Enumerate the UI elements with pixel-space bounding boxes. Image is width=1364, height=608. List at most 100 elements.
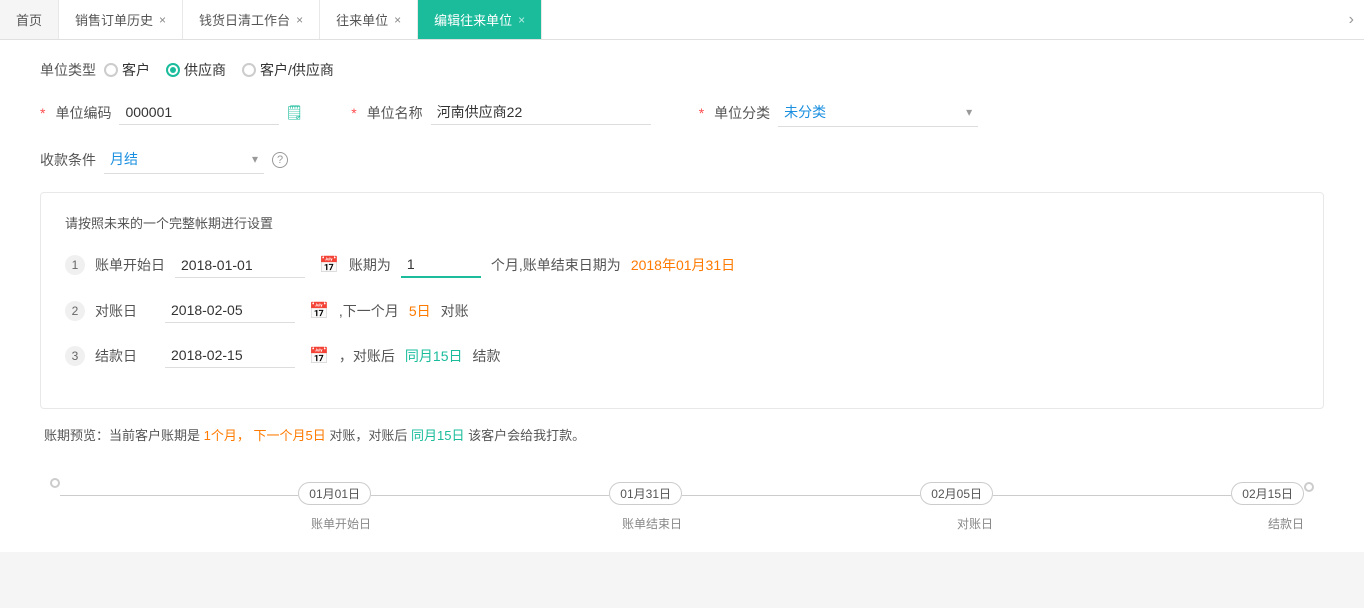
radio-customer-supplier-label: 客户/供应商	[260, 60, 334, 80]
unit-code-label: 单位编码	[55, 103, 111, 123]
step-2-calendar-icon[interactable]: 📅	[309, 301, 329, 321]
unit-code-input[interactable]	[119, 100, 279, 125]
tab-edit-partner[interactable]: 编辑往来单位 ×	[418, 0, 542, 39]
radio-customer-circle	[104, 63, 118, 77]
timeline-node-3-label-area: 对账日	[682, 509, 993, 532]
step-2-suffix1: ,下一个月	[339, 301, 399, 321]
unit-class-required: *	[699, 105, 704, 121]
step-1-suffix1: 账期为	[349, 255, 391, 275]
preview-part4: 同月15日	[411, 428, 464, 443]
preview-part1: 1个月，	[204, 428, 250, 443]
timeline-node-2: 01月31日	[609, 482, 682, 509]
timeline-node-1-badge: 01月01日	[298, 482, 371, 505]
tab-sales-history-label: 销售订单历史	[75, 10, 153, 29]
timeline-start-dot	[50, 478, 60, 488]
tab-partner-units-close[interactable]: ×	[394, 13, 401, 27]
step-3-calendar-icon[interactable]: 📅	[309, 346, 329, 366]
timeline-line1: 01月01日	[60, 482, 371, 509]
step-3-suffix2: 结款	[473, 346, 501, 366]
preview-part3: 对账，对账后	[329, 428, 407, 443]
payment-terms-row: 收款条件 月结 ▾ ?	[40, 145, 1324, 174]
unit-details-row: * 单位编码 🗒 * 单位名称 * 单位分类 未分类 ▾	[40, 98, 1324, 127]
unit-type-radio-group: 客户 供应商 客户/供应商	[104, 60, 334, 80]
timeline-node-1-label: 账单开始日	[311, 515, 371, 532]
tab-nav-right-button[interactable]: ›	[1339, 0, 1364, 39]
unit-name-required: *	[351, 105, 356, 121]
radio-customer-supplier-circle	[242, 63, 256, 77]
tab-edit-partner-close[interactable]: ×	[518, 13, 525, 27]
tab-edit-partner-label: 编辑往来单位	[434, 10, 512, 29]
timeline-line3: 02月05日	[682, 482, 993, 509]
section-title: 请按照未来的一个完整帐期进行设置	[65, 213, 1299, 232]
step-1-label: 账单开始日	[95, 255, 165, 275]
timeline-line3-line	[682, 495, 920, 496]
timeline-line4-line	[993, 495, 1231, 496]
timeline-line4: 02月15日	[993, 482, 1304, 509]
tab-home-label: 首页	[16, 10, 42, 29]
payment-terms-label: 收款条件	[40, 150, 96, 170]
step-1-num: 1	[65, 255, 85, 275]
step-1-period-input[interactable]	[401, 252, 481, 278]
tab-cash-work-close[interactable]: ×	[296, 13, 303, 27]
radio-customer-supplier[interactable]: 客户/供应商	[242, 60, 334, 80]
unit-classification-dropdown[interactable]: 未分类 ▾	[778, 98, 978, 127]
timeline-node-4-badge: 02月15日	[1231, 482, 1304, 505]
timeline-container: 01月01日 账单开始日 01月31日 账单结束日	[40, 468, 1324, 532]
timeline-node-4-label-area: 结款日	[993, 509, 1304, 532]
radio-supplier-circle	[166, 63, 180, 77]
step-1-date-input[interactable]	[175, 253, 305, 278]
unit-code-area: 🗒	[119, 100, 303, 125]
timeline-node-1-label-area: 账单开始日	[60, 509, 371, 532]
unit-name-input[interactable]	[431, 100, 651, 125]
timeline-seg2: 01月31日 账单结束日	[371, 468, 682, 532]
step-2-num: 2	[65, 301, 85, 321]
timeline-line1-line	[60, 495, 298, 496]
payment-terms-value: 月结	[110, 149, 138, 169]
step-2-date-input[interactable]	[165, 298, 295, 323]
step-1-end-date: 2018年01月31日	[631, 255, 735, 275]
timeline-seg1: 01月01日 账单开始日	[60, 468, 371, 532]
timeline-line2: 01月31日	[371, 482, 682, 509]
timeline-node-2-label-area: 账单结束日	[371, 509, 682, 532]
tab-partner-units-label: 往来单位	[336, 10, 388, 29]
timeline-node-2-badge: 01月31日	[609, 482, 682, 505]
preview-text: 账期预览：当前客户账期是 1个月， 下一个月5日 对账，对账后 同月15日 该客…	[40, 425, 1324, 444]
payment-terms-help[interactable]: ?	[272, 152, 288, 168]
step-3-date-input[interactable]	[165, 343, 295, 368]
unit-type-label: 单位类型	[40, 60, 96, 80]
step-2-row: 2 对账日 📅 ,下一个月 5日 对账	[65, 298, 1299, 323]
timeline-seg4: 02月15日 结款日	[993, 468, 1304, 532]
tab-cash-work-label: 钱货日清工作台	[199, 10, 290, 29]
step-2-highlight-day: 5日	[409, 301, 431, 321]
radio-supplier[interactable]: 供应商	[166, 60, 226, 80]
preview-label: 账期预览：当前客户账期是	[44, 428, 200, 443]
step-3-label: 结款日	[95, 346, 155, 366]
step-2-label: 对账日	[95, 301, 155, 321]
step-2-suffix2: 对账	[441, 301, 469, 321]
settings-section: 请按照未来的一个完整帐期进行设置 1 账单开始日 📅 账期为 个月,账单结束日期…	[40, 192, 1324, 409]
timeline-node-3-badge: 02月05日	[920, 482, 993, 505]
timeline-end-dot	[1304, 482, 1314, 492]
unit-name-label: 单位名称	[367, 103, 423, 123]
radio-customer-label: 客户	[122, 60, 150, 80]
main-content: 单位类型 客户 供应商 客户/供应商 * 单位编码 🗒 * 单位名称 *	[0, 40, 1364, 552]
tab-sales-history[interactable]: 销售订单历史 ×	[59, 0, 183, 39]
step-1-row: 1 账单开始日 📅 账期为 个月,账单结束日期为 2018年01月31日	[65, 252, 1299, 278]
preview-part2: 下一个月5日	[254, 428, 326, 443]
unit-code-required: *	[40, 105, 45, 121]
radio-customer[interactable]: 客户	[104, 60, 150, 80]
step-1-calendar-icon[interactable]: 📅	[319, 255, 339, 275]
tab-cash-work[interactable]: 钱货日清工作台 ×	[183, 0, 320, 39]
tab-home[interactable]: 首页	[0, 0, 59, 39]
tab-partner-units[interactable]: 往来单位 ×	[320, 0, 418, 39]
timeline-node-4-label: 结款日	[1268, 515, 1304, 532]
tab-sales-history-close[interactable]: ×	[159, 13, 166, 27]
preview-part5: 该客户会给我打款。	[468, 428, 585, 443]
timeline-right-dot	[1304, 468, 1314, 492]
timeline-line2-line	[371, 495, 609, 496]
unit-type-row: 单位类型 客户 供应商 客户/供应商	[40, 60, 1324, 80]
payment-terms-dropdown[interactable]: 月结 ▾	[104, 145, 264, 174]
unit-classification-chevron: ▾	[966, 105, 972, 119]
copy-icon[interactable]: 🗒	[285, 104, 303, 121]
unit-classification-value: 未分类	[784, 102, 826, 122]
